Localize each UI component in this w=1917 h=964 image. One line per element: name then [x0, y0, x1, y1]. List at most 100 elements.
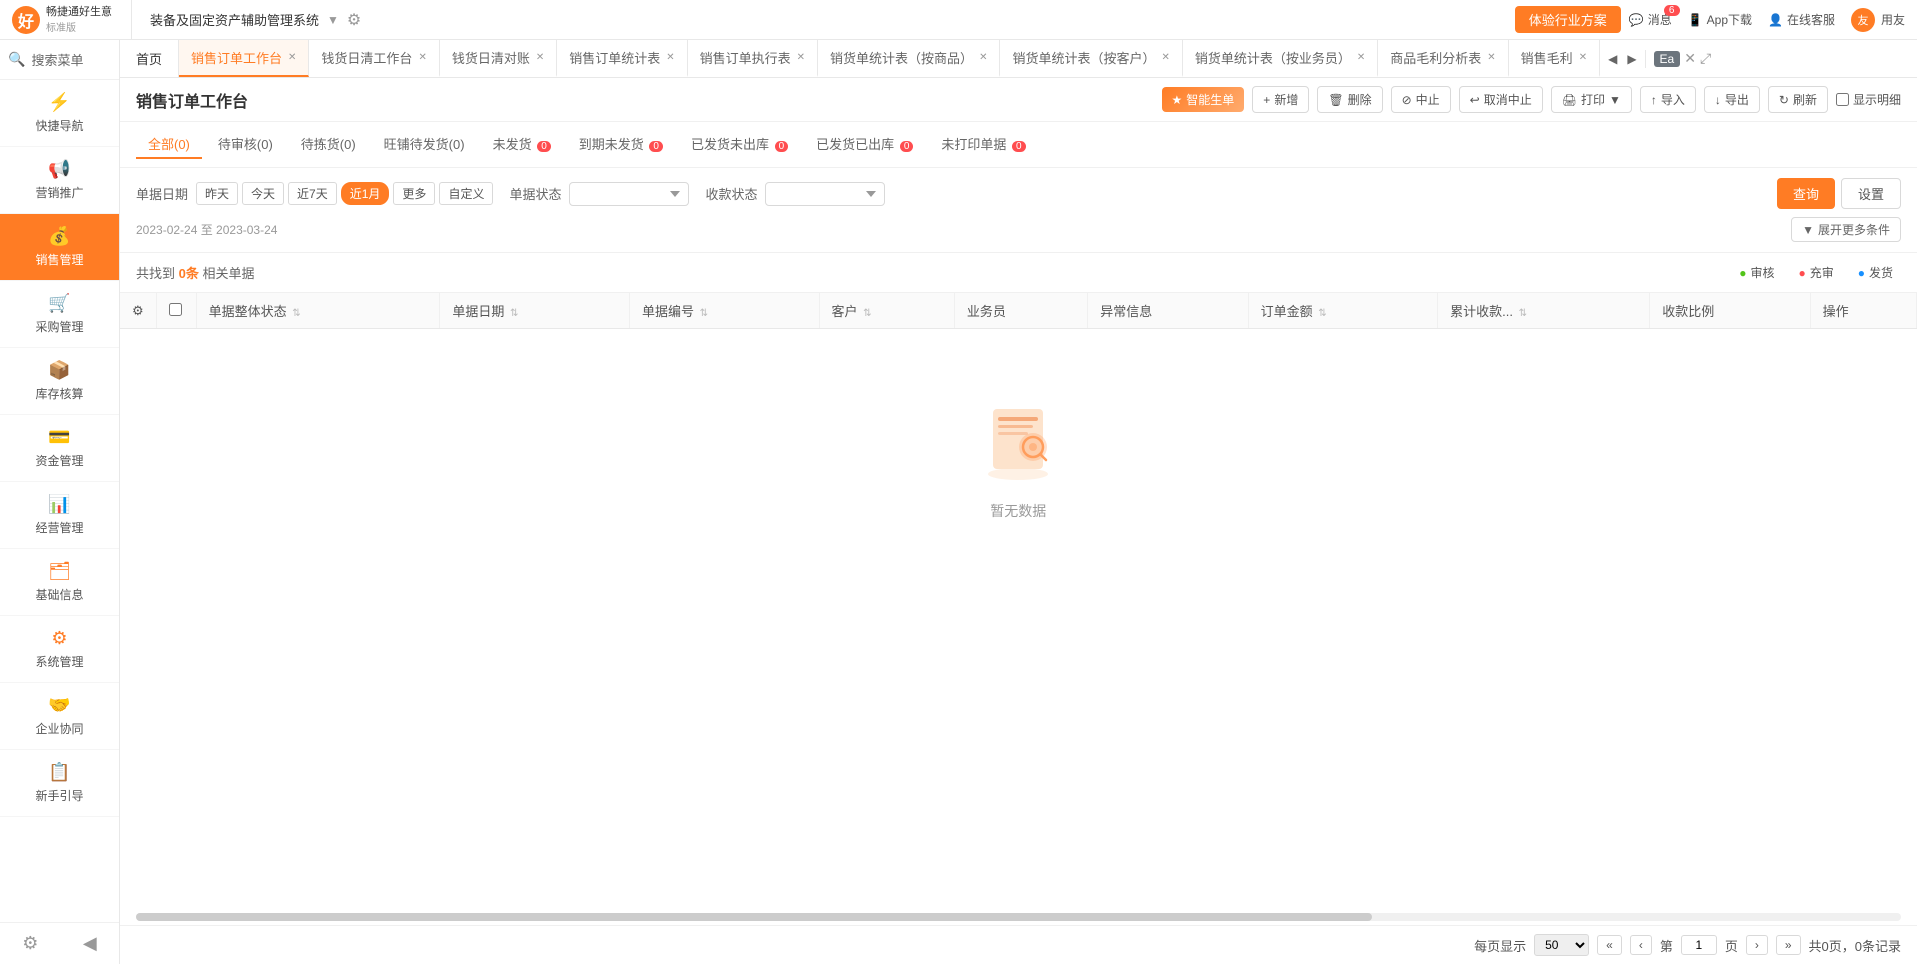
close-icon[interactable]: ✕ — [1579, 52, 1587, 63]
print-btn[interactable]: 🖨 打印 ▼ — [1551, 86, 1632, 113]
tab-sales-order-workbench[interactable]: 销售订单工作台 ✕ — [179, 40, 309, 77]
sidebar-item-sales[interactable]: 💰 销售管理 — [0, 214, 119, 281]
filter-tab-all[interactable]: 全部(0) — [136, 130, 202, 159]
filter-tab-wangpu[interactable]: 旺铺待发货(0) — [372, 130, 477, 159]
close-icon[interactable]: ✕ — [1487, 52, 1495, 63]
sort-icon[interactable]: ⇅ — [863, 308, 871, 319]
horizontal-scrollbar[interactable] — [136, 913, 1901, 921]
col-received[interactable]: 累计收款... ⇅ — [1438, 293, 1650, 329]
delete-btn[interactable]: 🗑 删除 — [1317, 86, 1382, 113]
export-btn[interactable]: ↓ 导出 — [1704, 86, 1760, 113]
col-number[interactable]: 单据编号 ⇅ — [629, 293, 819, 329]
message-btn[interactable]: 💬 6 消息 — [1629, 11, 1672, 28]
query-btn[interactable]: 查询 — [1777, 178, 1835, 209]
close-icon[interactable]: ✕ — [797, 52, 805, 63]
tab-product-margin[interactable]: 商品毛利分析表 ✕ — [1378, 40, 1508, 77]
col-amount[interactable]: 订单金额 ⇅ — [1248, 293, 1438, 329]
filter-tab-pending-verify[interactable]: 待拣货(0) — [289, 130, 368, 159]
sidebar-item-basic-info[interactable]: 🗂 基础信息 — [0, 549, 119, 616]
select-all-checkbox[interactable] — [169, 303, 182, 316]
col-settings[interactable]: ⚙ — [120, 293, 156, 329]
refresh-btn[interactable]: ↻ 刷新 — [1768, 86, 1828, 113]
sidebar-item-guide[interactable]: 📋 新手引导 — [0, 750, 119, 817]
payment-select[interactable] — [765, 182, 885, 206]
scrollbar-thumb[interactable] — [136, 913, 1372, 921]
tab-next-btn[interactable]: ▶ — [1623, 50, 1640, 68]
next-page-btn[interactable]: › — [1746, 935, 1768, 955]
filter-tab-unshipped[interactable]: 未发货 0 — [481, 130, 563, 159]
close-icon[interactable]: ✕ — [418, 52, 426, 63]
sort-icon[interactable]: ⇅ — [292, 308, 300, 319]
sidebar-settings-btn[interactable]: ⚙ — [22, 933, 38, 954]
tab-sales-order-stats[interactable]: 销售订单统计表 ✕ — [557, 40, 687, 77]
tab-sales-stats-customer[interactable]: 销货单统计表（按客户） ✕ — [1000, 40, 1182, 77]
sidebar-item-purchase[interactable]: 🛒 采购管理 — [0, 281, 119, 348]
tab-sales-order-exec[interactable]: 销售订单执行表 ✕ — [688, 40, 818, 77]
sidebar-item-finance[interactable]: 💳 资金管理 — [0, 415, 119, 482]
sidebar-item-inventory[interactable]: 📦 库存核算 — [0, 348, 119, 415]
close-icon[interactable]: ✕ — [536, 52, 544, 63]
close-icon[interactable]: ✕ — [979, 52, 987, 63]
col-customer[interactable]: 客户 ⇅ — [819, 293, 954, 329]
filter-tab-shipped-not-out[interactable]: 已发货未出库 0 — [679, 130, 800, 159]
tab-sales-profit[interactable]: 销售毛利 ✕ — [1509, 40, 1600, 77]
date-7days-btn[interactable]: 近7天 — [288, 182, 337, 205]
add-btn[interactable]: + 新增 — [1252, 86, 1309, 113]
col-status[interactable]: 单据整体状态 ⇅ — [196, 293, 440, 329]
date-custom-btn[interactable]: 自定义 — [439, 182, 493, 205]
sort-icon[interactable]: ⇅ — [510, 308, 518, 319]
tab-sales-stats-product[interactable]: 销货单统计表（按商品） ✕ — [818, 40, 1000, 77]
setting-btn[interactable]: 设置 — [1841, 178, 1901, 209]
stop-btn[interactable]: ⊘ 中止 — [1391, 86, 1451, 113]
tab-cash-daily-workbench[interactable]: 钱货日清工作台 ✕ — [309, 40, 439, 77]
last-page-btn[interactable]: » — [1776, 935, 1801, 955]
show-details-input[interactable] — [1836, 93, 1849, 106]
trial-btn[interactable]: 体验行业方案 — [1515, 6, 1621, 33]
close-icon[interactable]: ✕ — [1357, 52, 1365, 63]
filter-tab-shipped-out[interactable]: 已发货已出库 0 — [804, 130, 925, 159]
tab-fullscreen-btn[interactable]: ⤢ — [1700, 50, 1711, 67]
close-icon[interactable]: ✕ — [1161, 52, 1169, 63]
close-icon[interactable]: ✕ — [288, 52, 296, 63]
import-btn[interactable]: ↑ 导入 — [1640, 86, 1696, 113]
tab-more-btn[interactable]: Ea — [1654, 51, 1681, 67]
sort-icon[interactable]: ⇅ — [1318, 308, 1326, 319]
filter-tab-unprinted[interactable]: 未打印单据 0 — [929, 130, 1037, 159]
review-action-btn[interactable]: ● 审核 — [1731, 261, 1782, 284]
sort-icon[interactable]: ⇅ — [1519, 308, 1527, 319]
settings-icon[interactable]: ⚙ — [347, 10, 361, 30]
filter-tab-overdue[interactable]: 到期未发货 0 — [567, 130, 675, 159]
tab-home[interactable]: 首页 — [120, 40, 179, 77]
status-select[interactable] — [569, 182, 689, 206]
tab-cash-daily-account[interactable]: 钱货日清对账 ✕ — [440, 40, 557, 77]
cancel-stop-btn[interactable]: ↩ 取消中止 — [1459, 86, 1543, 113]
user-area[interactable]: 友 用友 — [1851, 8, 1905, 32]
date-more-btn[interactable]: 更多 — [393, 182, 435, 205]
filter-tab-pending-review[interactable]: 待审核(0) — [206, 130, 285, 159]
sort-icon[interactable]: ⇅ — [700, 308, 708, 319]
tab-sales-stats-staff[interactable]: 销货单统计表（按业务员） ✕ — [1183, 40, 1378, 77]
sidebar-item-enterprise[interactable]: 🤝 企业协同 — [0, 683, 119, 750]
page-input[interactable] — [1681, 935, 1717, 955]
tab-close-all-btn[interactable]: ✕ — [1684, 50, 1696, 67]
online-service-btn[interactable]: 👤 在线客服 — [1768, 11, 1835, 28]
sidebar-search[interactable]: 🔍 搜索菜单 — [0, 40, 119, 80]
show-details-checkbox[interactable]: 显示明细 — [1836, 91, 1901, 108]
first-page-btn[interactable]: « — [1597, 935, 1622, 955]
app-download-btn[interactable]: 📱 App下载 — [1688, 11, 1752, 28]
sidebar-item-system[interactable]: ⚙ 系统管理 — [0, 616, 119, 683]
tab-prev-btn[interactable]: ◀ — [1604, 50, 1621, 68]
date-1month-btn[interactable]: 近1月 — [341, 182, 390, 205]
sidebar-item-operations[interactable]: 📊 经营管理 — [0, 482, 119, 549]
ship-action-btn[interactable]: ● 发货 — [1850, 261, 1901, 284]
col-date[interactable]: 单据日期 ⇅ — [440, 293, 630, 329]
page-size-select[interactable]: 50 10 20 100 — [1534, 934, 1589, 956]
date-yesterday-btn[interactable]: 昨天 — [196, 182, 238, 205]
sidebar-item-quick-nav[interactable]: ⚡ 快捷导航 — [0, 80, 119, 147]
system-dropdown-icon[interactable]: ▼ — [327, 13, 339, 27]
sidebar-collapse-btn[interactable]: ◀ — [83, 933, 97, 954]
expand-btn[interactable]: ▼ 展开更多条件 — [1791, 217, 1901, 242]
date-today-btn[interactable]: 今天 — [242, 182, 284, 205]
ai-btn[interactable]: ★ 智能生单 — [1162, 87, 1245, 112]
sidebar-item-marketing[interactable]: 📢 营销推广 — [0, 147, 119, 214]
